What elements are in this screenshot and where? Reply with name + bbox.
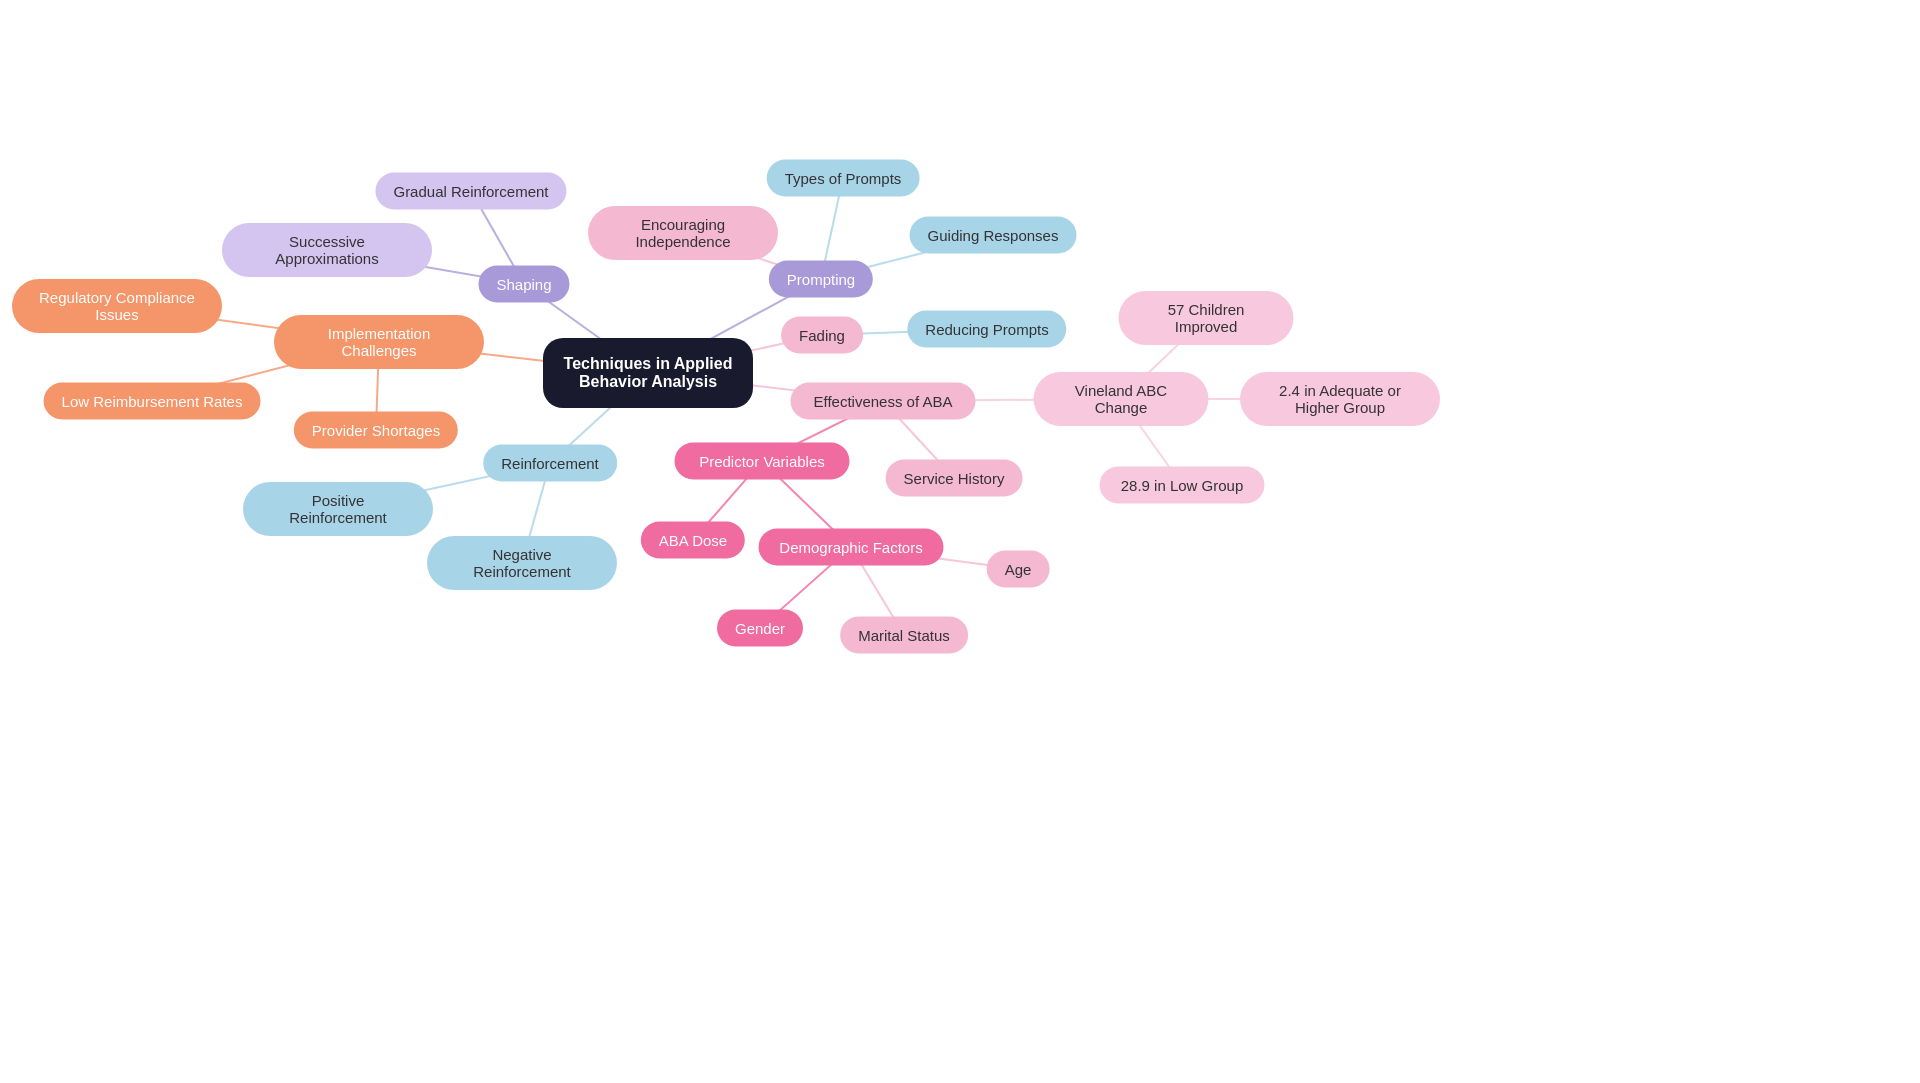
node-negative_reinforcement[interactable]: Negative Reinforcement [427,536,617,590]
node-predictor_variables[interactable]: Predictor Variables [675,443,850,480]
node-label-guiding_responses: Guiding Responses [928,227,1059,244]
node-label-shaping: Shaping [496,276,551,293]
node-label-demographic_factors: Demographic Factors [779,539,922,556]
node-label-reinforcement: Reinforcement [501,455,599,472]
node-label-adequate_higher: 2.4 in Adequate or Higher Group [1258,382,1422,416]
node-label-implementation_challenges: Implementation Challenges [292,325,466,359]
node-label-marital_status: Marital Status [858,627,950,644]
node-label-fading: Fading [799,327,845,344]
node-label-prompting: Prompting [787,271,855,288]
node-low_reimbursement[interactable]: Low Reimbursement Rates [44,383,261,420]
node-label-gender: Gender [735,620,785,637]
connection-lines [0,0,1920,1083]
node-label-reducing_prompts: Reducing Prompts [925,321,1048,338]
node-adequate_higher[interactable]: 2.4 in Adequate or Higher Group [1240,372,1440,426]
node-low_group[interactable]: 28.9 in Low Group [1100,467,1265,504]
node-implementation_challenges[interactable]: Implementation Challenges [274,315,484,369]
node-reinforcement[interactable]: Reinforcement [483,445,617,482]
node-age[interactable]: Age [987,551,1050,588]
node-fading[interactable]: Fading [781,317,863,354]
node-prompting[interactable]: Prompting [769,261,873,298]
node-shaping[interactable]: Shaping [478,266,569,303]
node-guiding_responses[interactable]: Guiding Responses [910,217,1077,254]
node-children_improved[interactable]: 57 Children Improved [1119,291,1294,345]
node-provider_shortages[interactable]: Provider Shortages [294,412,458,449]
node-label-types_of_prompts: Types of Prompts [785,170,902,187]
node-label-age: Age [1005,561,1032,578]
node-marital_status[interactable]: Marital Status [840,617,968,654]
node-label-children_improved: 57 Children Improved [1137,301,1276,335]
node-positive_reinforcement[interactable]: Positive Reinforcement [243,482,433,536]
node-label-gradual_reinforcement: Gradual Reinforcement [393,183,548,200]
node-gradual_reinforcement[interactable]: Gradual Reinforcement [375,173,566,210]
node-effectiveness_of_aba[interactable]: Effectiveness of ABA [791,383,976,420]
node-label-service_history: Service History [904,470,1005,487]
node-label-effectiveness_of_aba: Effectiveness of ABA [814,393,953,410]
node-label-aba_dose: ABA Dose [659,532,727,549]
node-label-encouraging_independence: Encouraging Independence [606,216,760,250]
node-successive_approximations[interactable]: Successive Approximations [222,223,432,277]
node-service_history[interactable]: Service History [886,460,1023,497]
node-label-vineland_abc: Vineland ABC Change [1052,382,1191,416]
node-gender[interactable]: Gender [717,610,803,647]
node-label-provider_shortages: Provider Shortages [312,422,440,439]
node-center[interactable]: Techniques in Applied Behavior Analysis [543,338,753,408]
mindmap-container: Techniques in Applied Behavior Analysis I… [0,0,1920,1083]
node-label-predictor_variables: Predictor Variables [699,453,825,470]
node-demographic_factors[interactable]: Demographic Factors [759,529,944,566]
node-label-low_group: 28.9 in Low Group [1121,477,1244,494]
node-label-regulatory_compliance: Regulatory Compliance Issues [30,289,204,323]
node-regulatory_compliance[interactable]: Regulatory Compliance Issues [12,279,222,333]
node-label-low_reimbursement: Low Reimbursement Rates [62,393,243,410]
node-reducing_prompts[interactable]: Reducing Prompts [907,311,1066,348]
node-types_of_prompts[interactable]: Types of Prompts [767,160,920,197]
node-label-successive_approximations: Successive Approximations [240,233,414,267]
node-aba_dose[interactable]: ABA Dose [641,522,745,559]
node-encouraging_independence[interactable]: Encouraging Independence [588,206,778,260]
node-vineland_abc[interactable]: Vineland ABC Change [1034,372,1209,426]
node-label-center: Techniques in Applied Behavior Analysis [561,355,735,391]
node-label-positive_reinforcement: Positive Reinforcement [261,492,415,526]
node-label-negative_reinforcement: Negative Reinforcement [445,546,599,580]
